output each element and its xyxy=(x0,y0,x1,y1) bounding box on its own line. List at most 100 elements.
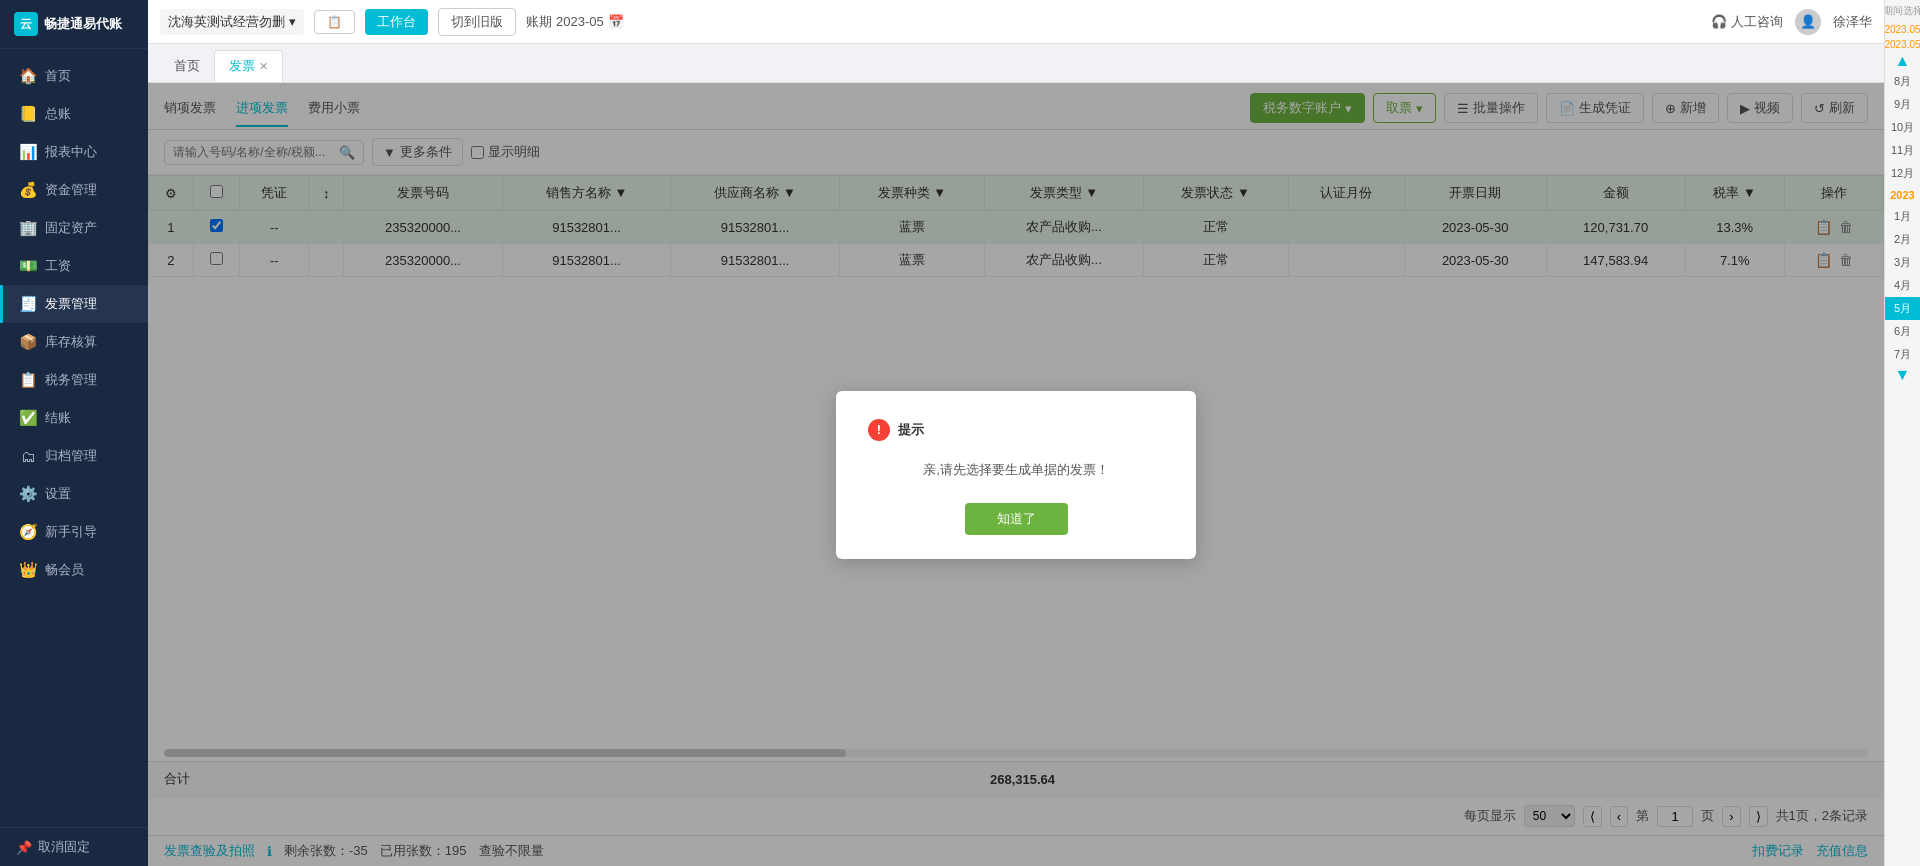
dialog-title-text: 提示 xyxy=(898,421,924,439)
tab-invoice-label: 发票 xyxy=(229,57,255,75)
main-area: 沈海英测试经营勿删 ▾ 📋 工作台 切到旧版 账期 2023-05 📅 🎧 人工… xyxy=(148,0,1884,866)
sidebar-item-close-label: 结账 xyxy=(45,409,71,427)
sidebar-item-tax-label: 税务管理 xyxy=(45,371,97,389)
company-name: 沈海英测试经营勿删 xyxy=(168,13,285,31)
sidebar-item-guide[interactable]: 🧭 新手引导 xyxy=(0,513,148,551)
period-month-3[interactable]: 3月 xyxy=(1885,251,1920,274)
sidebar-item-reports-label: 报表中心 xyxy=(45,143,97,161)
sidebar-item-finance-label: 资金管理 xyxy=(45,181,97,199)
period-month-9[interactable]: 9月 xyxy=(1885,93,1920,116)
dropdown-icon: ▾ xyxy=(289,14,296,29)
period-year-label: 2023 xyxy=(1885,185,1920,205)
sidebar-item-ledger[interactable]: 📒 总账 xyxy=(0,95,148,133)
period-month-8[interactable]: 8月 xyxy=(1885,70,1920,93)
dialog-footer: 知道了 xyxy=(868,503,1164,535)
period-year-top: 2023.05 xyxy=(1884,22,1920,37)
sidebar-item-member-label: 畅会员 xyxy=(45,561,84,579)
inventory-icon: 📦 xyxy=(19,333,37,351)
reports-icon: 📊 xyxy=(19,143,37,161)
sidebar-item-finance[interactable]: 💰 资金管理 xyxy=(0,171,148,209)
header-right: 🎧 人工咨询 👤 徐泽华 xyxy=(1711,9,1872,35)
workspace-btn[interactable]: 工作台 xyxy=(365,9,428,35)
period-month-2[interactable]: 2月 xyxy=(1885,228,1920,251)
tab-home-label: 首页 xyxy=(174,57,200,75)
period-panel: 期间选择 2023.05 2023.05 ▲ 8月 9月 10月 11月 12月… xyxy=(1884,0,1920,866)
switch-old-btn[interactable]: 切到旧版 xyxy=(438,8,516,36)
period-month-12[interactable]: 12月 xyxy=(1885,162,1920,185)
period-panel-header: 期间选择 xyxy=(1884,0,1920,22)
sidebar-item-invoice[interactable]: 🧾 发票管理 xyxy=(0,285,148,323)
tab-home[interactable]: 首页 xyxy=(160,51,214,81)
tax-icon: 📋 xyxy=(19,371,37,389)
ledger-icon: 📒 xyxy=(19,105,37,123)
period-month-4[interactable]: 4月 xyxy=(1885,274,1920,297)
sidebar-item-home[interactable]: 🏠 首页 xyxy=(0,57,148,95)
period-month-10[interactable]: 10月 xyxy=(1885,116,1920,139)
sidebar-item-salary[interactable]: 💵 工资 xyxy=(0,247,148,285)
sidebar-item-assets-label: 固定资产 xyxy=(45,219,97,237)
guide-icon: 🧭 xyxy=(19,523,37,541)
period-year-top2: 2023.05 xyxy=(1884,37,1920,52)
close-period-icon: ✅ xyxy=(19,409,37,427)
sidebar-item-inventory[interactable]: 📦 库存核算 xyxy=(0,323,148,361)
sidebar-item-inventory-label: 库存核算 xyxy=(45,333,97,351)
finance-icon: 💰 xyxy=(19,181,37,199)
period-display: 账期 2023-05 📅 xyxy=(526,13,624,31)
salary-icon: 💵 xyxy=(19,257,37,275)
sidebar-item-invoice-label: 发票管理 xyxy=(45,295,97,313)
copy-btn[interactable]: 📋 xyxy=(314,10,355,34)
period-down-arrow[interactable]: ▼ xyxy=(1895,366,1911,384)
sidebar-item-tax[interactable]: 📋 税务管理 xyxy=(0,361,148,399)
archive-icon: 🗂 xyxy=(19,448,37,465)
sidebar-item-member[interactable]: 👑 畅会员 xyxy=(0,551,148,589)
sidebar: 云 畅捷通易代账 🏠 首页 📒 总账 📊 报表中心 💰 资金管理 🏢 固定资产 … xyxy=(0,0,148,866)
sidebar-item-close[interactable]: ✅ 结账 xyxy=(0,399,148,437)
header: 沈海英测试经营勿删 ▾ 📋 工作台 切到旧版 账期 2023-05 📅 🎧 人工… xyxy=(148,0,1884,44)
dialog-title-area: ! 提示 xyxy=(868,419,1164,441)
tab-close-icon[interactable]: ✕ xyxy=(259,60,268,73)
sidebar-item-salary-label: 工资 xyxy=(45,257,71,275)
dialog: ! 提示 亲,请先选择要生成单据的发票！ 知道了 xyxy=(836,391,1196,559)
period-label: 账期 xyxy=(526,13,552,31)
app-name: 畅捷通易代账 xyxy=(44,15,122,33)
sidebar-item-ledger-label: 总账 xyxy=(45,105,71,123)
invoice-icon: 🧾 xyxy=(19,295,37,313)
tab-invoice[interactable]: 发票 ✕ xyxy=(214,50,283,82)
period-month-11[interactable]: 11月 xyxy=(1885,139,1920,162)
period-month-1[interactable]: 1月 xyxy=(1885,205,1920,228)
logo-icon: 云 xyxy=(14,12,38,36)
sidebar-item-settings[interactable]: ⚙️ 设置 xyxy=(0,475,148,513)
cancel-pin-label: 取消固定 xyxy=(38,838,90,856)
calendar-icon[interactable]: 📅 xyxy=(608,14,624,29)
sidebar-item-home-label: 首页 xyxy=(45,67,71,85)
period-month-7[interactable]: 7月 xyxy=(1885,343,1920,366)
dialog-message: 亲,请先选择要生成单据的发票！ xyxy=(868,461,1164,479)
app-logo: 云 畅捷通易代账 xyxy=(0,0,148,49)
member-icon: 👑 xyxy=(19,561,37,579)
warning-icon: ! xyxy=(868,419,890,441)
headset-icon: 🎧 xyxy=(1711,14,1727,29)
cancel-pin-btn[interactable]: 📌 取消固定 xyxy=(0,827,148,866)
pin-icon: 📌 xyxy=(16,840,32,855)
sidebar-item-settings-label: 设置 xyxy=(45,485,71,503)
period-month-6[interactable]: 6月 xyxy=(1885,320,1920,343)
dialog-confirm-btn[interactable]: 知道了 xyxy=(965,503,1068,535)
period-month-5[interactable]: 5月 xyxy=(1885,297,1920,320)
sidebar-item-reports[interactable]: 📊 报表中心 xyxy=(0,133,148,171)
user-name[interactable]: 徐泽华 xyxy=(1833,13,1872,31)
home-icon: 🏠 xyxy=(19,67,37,85)
sidebar-item-guide-label: 新手引导 xyxy=(45,523,97,541)
period-up-arrow[interactable]: ▲ xyxy=(1895,52,1911,70)
settings-icon: ⚙️ xyxy=(19,485,37,503)
sidebar-item-archive[interactable]: 🗂 归档管理 xyxy=(0,437,148,475)
sidebar-item-assets[interactable]: 🏢 固定资产 xyxy=(0,209,148,247)
sidebar-item-archive-label: 归档管理 xyxy=(45,447,97,465)
tabs-bar: 首页 发票 ✕ xyxy=(148,44,1884,83)
content-area: 销项发票 进项发票 费用小票 税务数字账户 ▾ 取票 ▾ ☰ 批量操作 xyxy=(148,83,1884,866)
dialog-overlay: ! 提示 亲,请先选择要生成单据的发票！ 知道了 xyxy=(148,83,1884,866)
period-value: 2023-05 xyxy=(556,14,604,29)
sidebar-nav: 🏠 首页 📒 总账 📊 报表中心 💰 资金管理 🏢 固定资产 💵 工资 🧾 发票… xyxy=(0,49,148,827)
service-btn[interactable]: 🎧 人工咨询 xyxy=(1711,13,1783,31)
company-selector[interactable]: 沈海英测试经营勿删 ▾ xyxy=(160,9,304,35)
assets-icon: 🏢 xyxy=(19,219,37,237)
